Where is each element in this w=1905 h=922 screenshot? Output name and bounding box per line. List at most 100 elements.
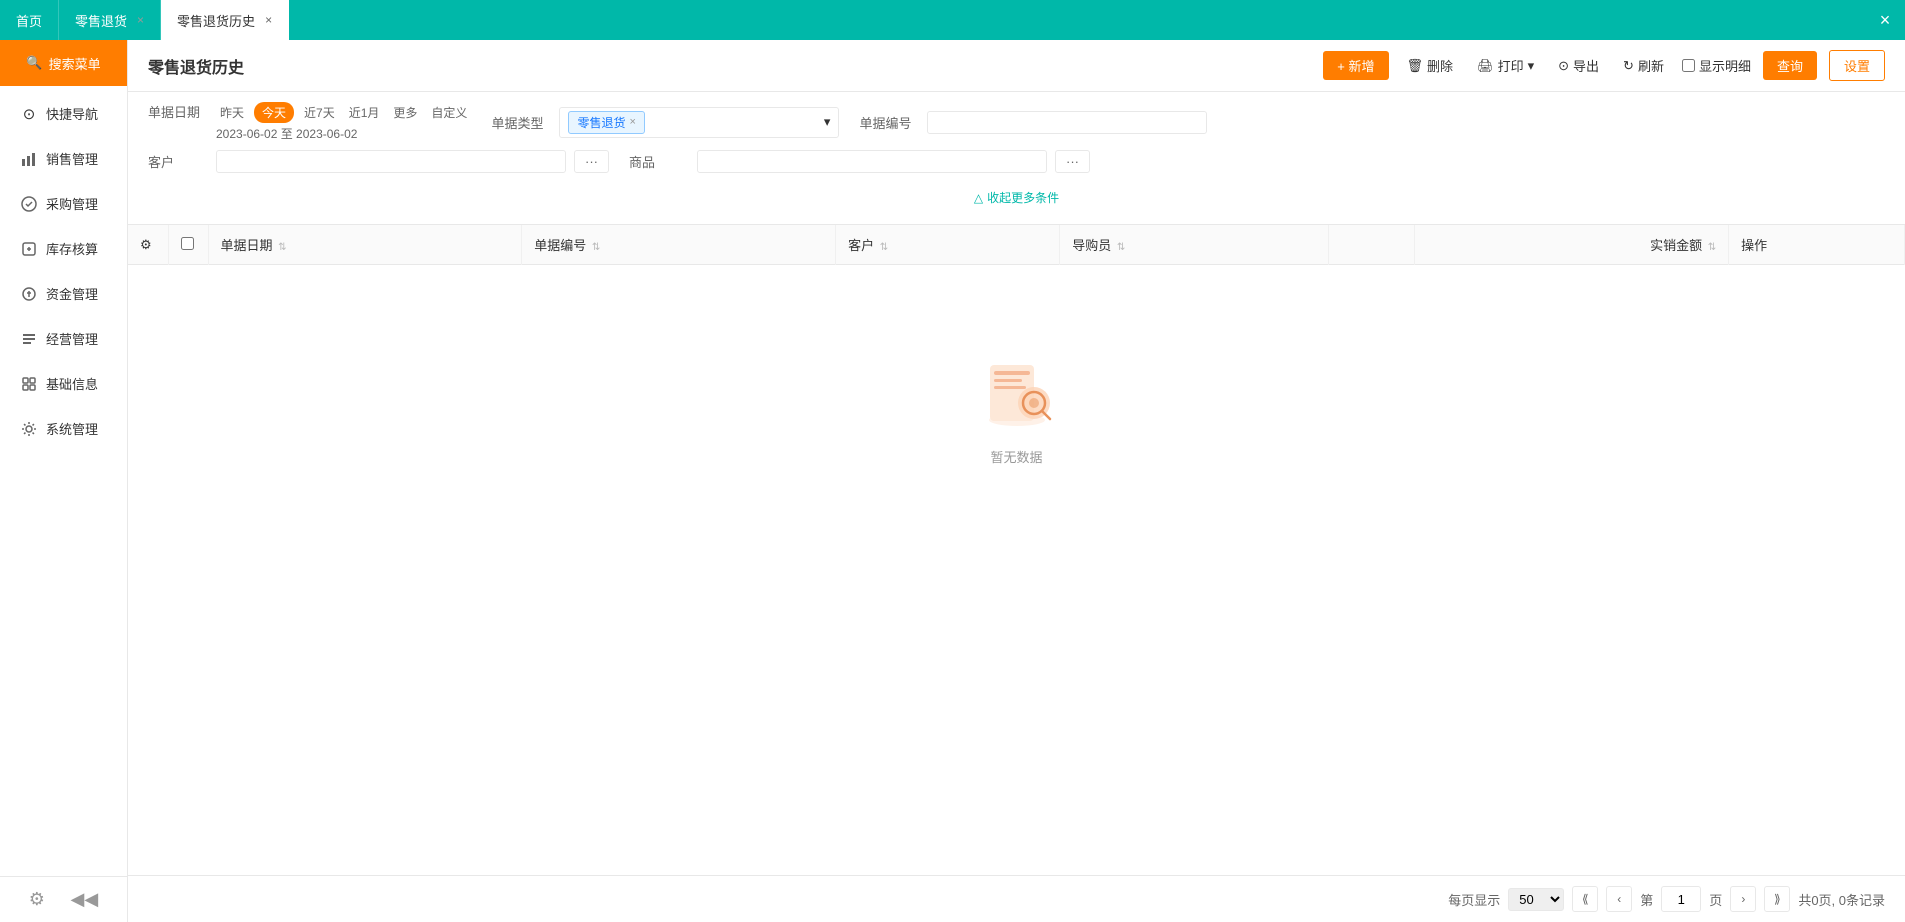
th-ops-label: 操作 xyxy=(1741,238,1767,253)
settings-button[interactable]: 设置 xyxy=(1829,50,1885,81)
doc-no-input[interactable] xyxy=(927,111,1207,134)
th-doc-date[interactable]: 单据日期 ⇅ xyxy=(208,225,522,265)
sidebar-item-purchase-mgmt[interactable]: 采购管理 xyxy=(4,182,123,225)
sidebar-item-system-label: 系统管理 xyxy=(46,419,98,438)
system-icon xyxy=(20,420,38,438)
th-amount-label: 实销金额 xyxy=(1650,238,1702,253)
empty-state: 暂无数据 xyxy=(128,265,1905,546)
sidebar-item-finance-label: 资金管理 xyxy=(46,284,98,303)
sidebar-menu: ⊙ 快捷导航 销售管理 采购管理 库存核算 xyxy=(0,86,127,876)
collapse-row: △ 收起更多条件 xyxy=(148,181,1885,214)
th-guide[interactable]: 导购员 ⇅ xyxy=(1060,225,1329,265)
tab-retail-return[interactable]: 零售退货 × xyxy=(59,0,161,40)
volume-footer-icon[interactable]: ◀◀ xyxy=(71,889,99,910)
tab-list: 首页 零售退货 × 零售退货历史 × xyxy=(0,0,1865,40)
sales-mgmt-icon xyxy=(20,150,38,168)
doc-no-filter-block: 单据编号 xyxy=(859,111,1207,134)
tab-retail-return-history-close[interactable]: × xyxy=(265,13,272,27)
sidebar-item-sales-mgmt[interactable]: 销售管理 xyxy=(4,137,123,180)
customer-input[interactable] xyxy=(216,150,566,173)
goods-ellipsis-btn[interactable]: ··· xyxy=(1055,150,1090,173)
sidebar-item-finance[interactable]: 资金管理 xyxy=(4,272,123,315)
th-checkbox[interactable] xyxy=(168,225,208,265)
pagination-bar: 每页显示 50 20 100 200 ⟪ ‹ 第 页 › ⟫ 共0页, 0条记录 xyxy=(128,875,1905,922)
delete-icon: 🗑 xyxy=(1407,58,1424,74)
page-size-label: 每页显示 xyxy=(1448,890,1500,909)
page-number-input[interactable] xyxy=(1661,886,1701,912)
tab-home-label: 首页 xyxy=(16,11,42,30)
prev-page-btn[interactable]: ‹ xyxy=(1606,886,1632,912)
sidebar-item-inventory[interactable]: 库存核算 xyxy=(4,227,123,270)
th-customer[interactable]: 客户 ⇅ xyxy=(836,225,1060,265)
table-header: ⚙ 单据日期 ⇅ 单据编号 ⇅ xyxy=(128,225,1905,265)
window-close-button[interactable]: × xyxy=(1865,0,1905,40)
customer-ellipsis-btn[interactable]: ··· xyxy=(574,150,609,173)
date-btn-today[interactable]: 今天 xyxy=(254,102,294,123)
th-customer-label: 客户 xyxy=(848,238,874,253)
sidebar-item-purchase-mgmt-label: 采购管理 xyxy=(46,194,98,213)
sidebar-item-quick-nav[interactable]: ⊙ 快捷导航 xyxy=(4,92,123,135)
first-page-btn[interactable]: ⟪ xyxy=(1572,886,1598,912)
display-toggle-checkbox[interactable] xyxy=(1682,59,1695,72)
page-header: 零售退货历史 + 新增 🗑 删除 🖨 打印 ▾ ⊙ 导出 ↻ xyxy=(128,40,1905,92)
doc-type-filter-block: 单据类型 零售退货 × ▾ xyxy=(491,107,839,138)
select-all-checkbox[interactable] xyxy=(181,237,194,250)
add-button[interactable]: + 新增 xyxy=(1323,51,1388,80)
last-page-btn[interactable]: ⟫ xyxy=(1764,886,1790,912)
total-text: 共0页, 0条记录 xyxy=(1798,890,1885,909)
doc-type-tag-close[interactable]: × xyxy=(629,116,635,128)
data-table: ⚙ 单据日期 ⇅ 单据编号 ⇅ xyxy=(128,225,1905,265)
refresh-button[interactable]: ↻ 刷新 xyxy=(1617,52,1670,79)
search-icon: 🔍 xyxy=(26,55,42,71)
th-spacer xyxy=(1329,225,1415,265)
filter-date-block: 昨天 今天 近7天 近1月 更多 自定义 2023-06-02 至 2023-0… xyxy=(216,102,471,142)
delete-label: 删除 xyxy=(1427,56,1453,75)
empty-text: 暂无数据 xyxy=(990,447,1042,466)
page-size-select[interactable]: 50 20 100 200 xyxy=(1508,888,1564,911)
display-toggle[interactable]: 显示明细 xyxy=(1682,56,1751,75)
date-btn-yesterday[interactable]: 昨天 xyxy=(216,102,248,123)
query-button[interactable]: 查询 xyxy=(1763,51,1817,80)
goods-input[interactable] xyxy=(697,150,1047,173)
collapse-icon: △ xyxy=(974,191,983,205)
collapse-button[interactable]: △ 收起更多条件 xyxy=(962,185,1071,210)
date-btn-more[interactable]: 更多 xyxy=(389,102,421,123)
settings-footer-icon[interactable]: ⚙ xyxy=(29,889,45,910)
doc-type-tag-label: 零售退货 xyxy=(577,114,625,131)
th-amount[interactable]: 实销金额 ⇅ xyxy=(1415,225,1729,265)
next-page-btn[interactable]: › xyxy=(1730,886,1756,912)
sidebar-item-system[interactable]: 系统管理 xyxy=(4,407,123,450)
tab-retail-return-label: 零售退货 xyxy=(75,11,127,30)
export-button[interactable]: ⊙ 导出 xyxy=(1552,52,1605,79)
print-button[interactable]: 🖨 打印 ▾ xyxy=(1471,52,1540,79)
th-settings[interactable]: ⚙ xyxy=(128,225,168,265)
sidebar-item-basic-info[interactable]: 基础信息 xyxy=(4,362,123,405)
tab-retail-return-history[interactable]: 零售退货历史 × xyxy=(161,0,289,40)
doc-type-select[interactable]: 零售退货 × ▾ xyxy=(559,107,839,138)
content-area: 零售退货历史 + 新增 🗑 删除 🖨 打印 ▾ ⊙ 导出 ↻ xyxy=(128,40,1905,922)
page-title: 零售退货历史 xyxy=(148,54,244,78)
th-doc-date-label: 单据日期 xyxy=(221,238,273,253)
page-unit: 页 xyxy=(1709,890,1722,909)
th-doc-no[interactable]: 单据编号 ⇅ xyxy=(522,225,836,265)
doc-no-sort-icon: ⇅ xyxy=(592,242,600,253)
date-btn-1month[interactable]: 近1月 xyxy=(345,102,384,123)
doc-date-sort-icon: ⇅ xyxy=(278,242,286,253)
header-actions: + 新增 🗑 删除 🖨 打印 ▾ ⊙ 导出 ↻ 刷新 xyxy=(1323,50,1885,81)
sidebar-search[interactable]: 🔍 搜索菜单 xyxy=(0,40,127,86)
tab-home[interactable]: 首页 xyxy=(0,0,59,40)
delete-button[interactable]: 🗑 删除 xyxy=(1401,52,1460,79)
date-filter-block: 单据日期 昨天 今天 近7天 近1月 更多 自定义 2023-06-02 至 2… xyxy=(148,102,471,142)
sidebar: 🔍 搜索菜单 ⊙ 快捷导航 销售管理 采购管理 xyxy=(0,40,128,922)
sidebar-item-operations[interactable]: 经营管理 xyxy=(4,317,123,360)
date-btn-7days[interactable]: 近7天 xyxy=(300,102,339,123)
table-settings-icon[interactable]: ⚙ xyxy=(140,237,152,252)
quick-nav-icon: ⊙ xyxy=(20,105,38,123)
page-word: 第 xyxy=(1640,890,1653,909)
table-area: ⚙ 单据日期 ⇅ 单据编号 ⇅ xyxy=(128,225,1905,875)
tab-retail-return-close[interactable]: × xyxy=(137,13,144,27)
date-btn-custom[interactable]: 自定义 xyxy=(427,102,471,123)
top-bar: 首页 零售退货 × 零售退货历史 × × xyxy=(0,0,1905,40)
print-label: 打印 xyxy=(1498,56,1524,75)
th-guide-label: 导购员 xyxy=(1072,238,1111,253)
